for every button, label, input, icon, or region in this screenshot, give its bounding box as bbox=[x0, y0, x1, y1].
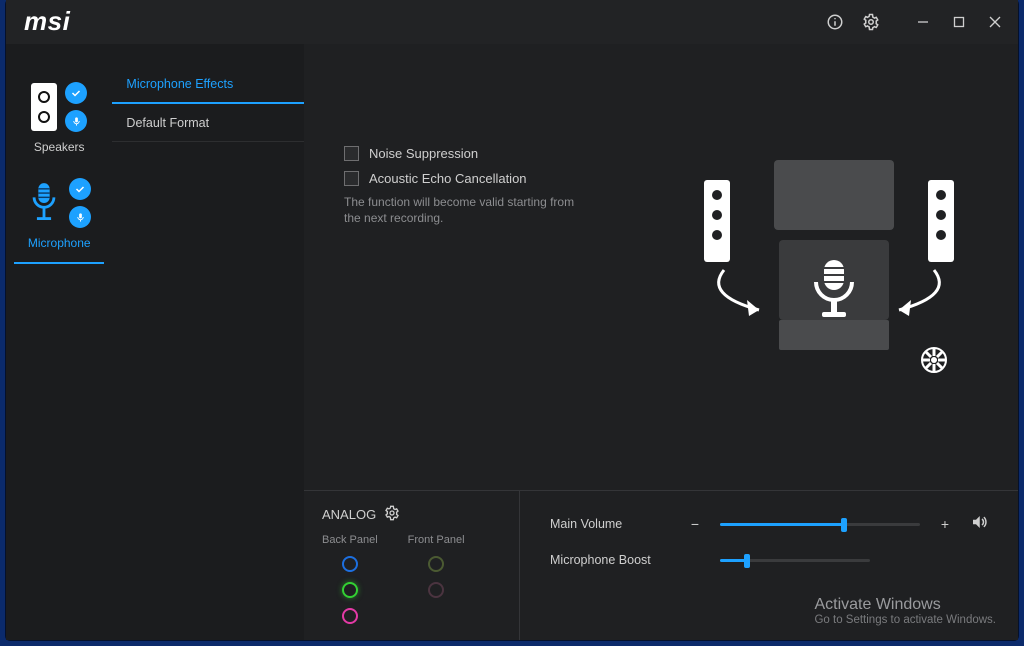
bottom-panel: ANALOG Back Panel bbox=[304, 490, 1018, 640]
close-button[interactable] bbox=[978, 5, 1012, 39]
app-window: msi bbox=[6, 0, 1018, 640]
speaker-icon[interactable] bbox=[970, 513, 988, 534]
volume-minus-button[interactable]: − bbox=[688, 516, 702, 532]
tab-microphone-effects[interactable]: Microphone Effects bbox=[112, 66, 304, 104]
front-panel-label: Front Panel bbox=[408, 534, 465, 546]
aec-hint: The function will become valid starting … bbox=[344, 194, 594, 226]
analog-panel: ANALOG Back Panel bbox=[304, 491, 520, 640]
effects-options: Noise Suppression Acoustic Echo Cancella… bbox=[344, 90, 644, 490]
settings-icon[interactable] bbox=[854, 5, 888, 39]
mic-badge-icon bbox=[65, 110, 87, 132]
mic-illustration bbox=[664, 90, 994, 490]
checkbox-icon bbox=[344, 171, 359, 186]
noise-suppression-label: Noise Suppression bbox=[369, 146, 478, 161]
device-rail: Speakers bbox=[6, 44, 112, 640]
volume-panel: Main Volume − + Microphone Boo bbox=[520, 491, 1018, 640]
jack-blue[interactable] bbox=[342, 556, 358, 572]
main-volume-slider[interactable] bbox=[720, 517, 920, 531]
tab-default-format[interactable]: Default Format bbox=[112, 104, 304, 142]
rail-label-microphone: Microphone bbox=[28, 236, 91, 250]
maximize-button[interactable] bbox=[942, 5, 976, 39]
mic-boost-slider[interactable] bbox=[720, 553, 870, 567]
checkbox-noise-suppression[interactable]: Noise Suppression bbox=[344, 146, 644, 161]
minimize-button[interactable] bbox=[906, 5, 940, 39]
main-volume-label: Main Volume bbox=[550, 517, 670, 531]
subnav: Microphone Effects Default Format bbox=[112, 44, 304, 640]
main-content: Noise Suppression Acoustic Echo Cancella… bbox=[304, 44, 1018, 640]
mic-badge-icon bbox=[69, 206, 91, 228]
mic-boost-label: Microphone Boost bbox=[550, 553, 670, 567]
back-panel-label: Back Panel bbox=[322, 534, 378, 546]
rail-item-speakers[interactable]: Speakers bbox=[6, 72, 112, 168]
info-icon[interactable] bbox=[818, 5, 852, 39]
gear-icon[interactable] bbox=[384, 505, 400, 524]
checkbox-aec[interactable]: Acoustic Echo Cancellation bbox=[344, 171, 644, 186]
check-badge-icon bbox=[65, 82, 87, 104]
jack-front-green[interactable] bbox=[428, 556, 444, 572]
jack-front-pink[interactable] bbox=[428, 582, 444, 598]
jack-green[interactable] bbox=[342, 582, 358, 598]
volume-plus-button[interactable]: + bbox=[938, 516, 952, 532]
analog-title: ANALOG bbox=[322, 507, 376, 522]
rail-label-speakers: Speakers bbox=[34, 140, 85, 154]
aec-label: Acoustic Echo Cancellation bbox=[369, 171, 527, 186]
rail-item-microphone[interactable]: Microphone bbox=[6, 168, 112, 264]
jack-pink[interactable] bbox=[342, 608, 358, 624]
brand-logo: msi bbox=[24, 6, 70, 37]
checkbox-icon bbox=[344, 146, 359, 161]
speaker-icon bbox=[31, 83, 57, 131]
microphone-icon bbox=[27, 179, 61, 227]
check-badge-icon bbox=[69, 178, 91, 200]
titlebar bbox=[6, 0, 1018, 44]
